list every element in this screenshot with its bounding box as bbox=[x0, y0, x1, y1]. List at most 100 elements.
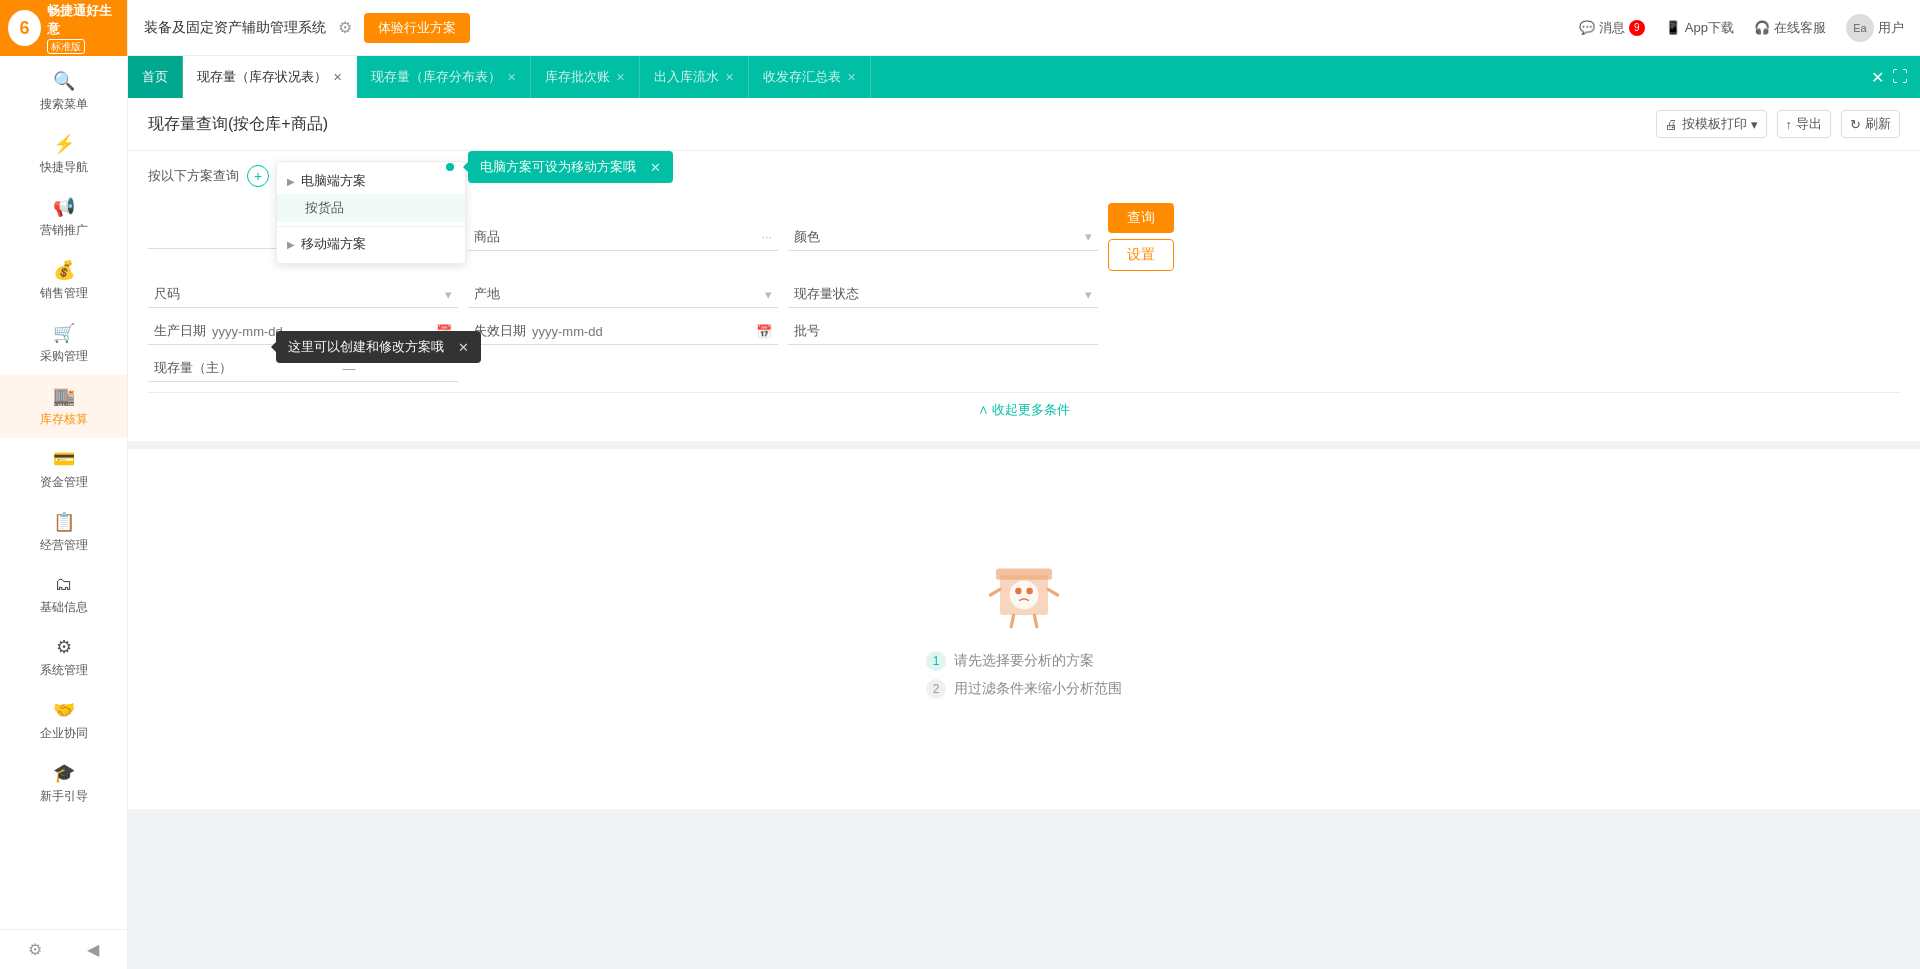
tab-close-collect-summary[interactable]: ✕ bbox=[847, 71, 856, 84]
sidebar-item-search[interactable]: 🔍 搜索菜单 bbox=[0, 60, 127, 123]
finance-icon: 💳 bbox=[53, 448, 75, 470]
tab-close-inventory-dist[interactable]: ✕ bbox=[507, 71, 516, 84]
app-download-item[interactable]: 📱 App下载 bbox=[1665, 19, 1734, 37]
empty-step-2: 2 用过滤条件来缩小分析范围 bbox=[926, 679, 1122, 699]
tab-inventory-status[interactable]: 现存量（库存状况表） ✕ bbox=[183, 56, 357, 98]
inout-flow-tab-label: 出入库流水 bbox=[654, 68, 719, 86]
tooltip1-close-btn[interactable]: ✕ bbox=[650, 160, 661, 175]
sidebar-item-enterprise[interactable]: 🤝 企业协同 bbox=[0, 689, 127, 752]
size-field: 尺码 ▾ bbox=[148, 281, 458, 308]
message-icon: 💬 bbox=[1579, 20, 1595, 35]
sidebar-item-basic[interactable]: 🗂 基础信息 bbox=[0, 564, 127, 626]
tabbar-actions: ✕ ⛶ bbox=[1859, 68, 1920, 87]
search-btn[interactable]: 查询 bbox=[1108, 203, 1174, 233]
logo-icon: 6 bbox=[8, 10, 41, 46]
tab-collect-summary[interactable]: 收发存汇总表 ✕ bbox=[749, 56, 871, 98]
desktop-scheme-item-1[interactable]: 按货品 bbox=[277, 194, 465, 222]
sidebar-item-quick[interactable]: ⚡ 快捷导航 bbox=[0, 123, 127, 186]
sidebar-item-operation[interactable]: 📋 经营管理 bbox=[0, 501, 127, 564]
filter-add-btn[interactable]: + bbox=[247, 165, 269, 187]
tab-close-inventory-status[interactable]: ✕ bbox=[333, 71, 342, 84]
page-header: 现存量查询(按仓库+商品) 🖨 按模板打印 ▾ ↑ 导出 ↻ 刷新 bbox=[128, 98, 1920, 151]
tooltip2-close-btn[interactable]: ✕ bbox=[458, 340, 469, 355]
operation-icon: 📋 bbox=[53, 511, 75, 533]
origin-dropdown-icon[interactable]: ▾ bbox=[765, 287, 772, 302]
color-dropdown-icon[interactable]: ▾ bbox=[1085, 229, 1092, 244]
tabbar: 首页 现存量（库存状况表） ✕ 现存量（库存分布表） ✕ 库存批次账 ✕ 出入库… bbox=[128, 56, 1920, 98]
stock-qty-label: 现存量（主） bbox=[154, 359, 232, 377]
empty-steps: 1 请先选择要分析的方案 2 用过滤条件来缩小分析范围 bbox=[926, 651, 1122, 707]
topbar-left: 装备及固定资产辅助管理系统 ⚙ 体验行业方案 bbox=[144, 13, 470, 43]
sidebar-item-guide[interactable]: 🎓 新手引导 bbox=[0, 752, 127, 815]
maximize-icon[interactable]: ⛶ bbox=[1888, 68, 1912, 86]
search-icon: 🔍 bbox=[53, 70, 75, 92]
sidebar-item-system[interactable]: ⚙ 系统管理 bbox=[0, 626, 127, 689]
svg-line-6 bbox=[1048, 589, 1058, 595]
collect-summary-tab-label: 收发存汇总表 bbox=[763, 68, 841, 86]
settings-footer-btn[interactable]: ⚙ bbox=[28, 940, 42, 959]
size-dropdown-icon[interactable]: ▾ bbox=[445, 287, 452, 302]
main-area: 装备及固定资产辅助管理系统 ⚙ 体验行业方案 💬 消息 9 📱 App下载 🎧 … bbox=[128, 0, 1920, 969]
stock-status-dropdown-icon[interactable]: ▾ bbox=[1085, 287, 1092, 302]
home-tab-label: 首页 bbox=[142, 68, 168, 86]
enterprise-icon: 🤝 bbox=[53, 699, 75, 721]
size-input[interactable] bbox=[186, 287, 445, 302]
reset-btn[interactable]: 设置 bbox=[1108, 239, 1174, 271]
desktop-scheme-header[interactable]: ▶ 电脑端方案 bbox=[277, 168, 465, 194]
svg-point-3 bbox=[1015, 588, 1021, 594]
goods-input[interactable] bbox=[506, 229, 761, 244]
origin-label: 产地 bbox=[474, 285, 500, 303]
stock-status-input[interactable] bbox=[865, 287, 1085, 302]
sidebar-footer: ⚙ ◀ bbox=[0, 929, 127, 969]
batch-account-tab-label: 库存批次账 bbox=[545, 68, 610, 86]
sidebar-item-sales[interactable]: 💰 销售管理 bbox=[0, 249, 127, 312]
filter-row-2: 尺码 ▾ 产地 ▾ 现存量状态 ▾ bbox=[148, 281, 1900, 308]
filter-panel: 按以下方案查询 + ↻ « ▶ 电脑端方案 按货品 ▶ bbox=[128, 151, 1920, 441]
tab-close-inout-flow[interactable]: ✕ bbox=[725, 71, 734, 84]
tooltip-desktop-scheme: 电脑方案可设为移动方案哦 ✕ bbox=[468, 151, 673, 183]
goods-label: 商品 bbox=[474, 228, 500, 246]
topbar-right: 💬 消息 9 📱 App下载 🎧 在线客服 Ea 用户 bbox=[1579, 14, 1904, 42]
tab-close-batch-account[interactable]: ✕ bbox=[616, 71, 625, 84]
collapse-btn[interactable]: ∧ 收起更多条件 bbox=[148, 392, 1900, 427]
message-item[interactable]: 💬 消息 9 bbox=[1579, 19, 1645, 37]
goods-field: 商品 ··· bbox=[468, 224, 778, 251]
color-input[interactable] bbox=[826, 229, 1085, 244]
export-btn[interactable]: ↑ 导出 bbox=[1777, 110, 1832, 138]
support-icon: 🎧 bbox=[1754, 20, 1770, 35]
svg-rect-1 bbox=[996, 569, 1052, 580]
collapse-footer-btn[interactable]: ◀ bbox=[87, 940, 99, 959]
page-title: 现存量查询(按仓库+商品) bbox=[148, 114, 328, 135]
origin-input[interactable] bbox=[506, 287, 765, 302]
support-item[interactable]: 🎧 在线客服 bbox=[1754, 19, 1826, 37]
basic-icon: 🗂 bbox=[55, 574, 73, 595]
sidebar-item-inventory[interactable]: 🏬 库存核算 bbox=[0, 375, 127, 438]
sidebar-item-marketing[interactable]: 📢 营销推广 bbox=[0, 186, 127, 249]
goods-dots-icon[interactable]: ··· bbox=[761, 229, 772, 244]
expire-date-label: 失效日期 bbox=[474, 322, 526, 340]
settings-gear-icon[interactable]: ⚙ bbox=[338, 18, 352, 37]
expire-date-input[interactable] bbox=[532, 324, 756, 339]
industry-btn[interactable]: 体验行业方案 bbox=[364, 13, 470, 43]
tab-inventory-dist[interactable]: 现存量（库存分布表） ✕ bbox=[357, 56, 531, 98]
print-btn[interactable]: 🖨 按模板打印 ▾ bbox=[1656, 110, 1767, 138]
tab-batch-account[interactable]: 库存批次账 ✕ bbox=[531, 56, 640, 98]
user-item[interactable]: Ea 用户 bbox=[1846, 14, 1904, 42]
sidebar-logo: 6 畅捷通好生意 标准版 bbox=[0, 0, 127, 56]
origin-field: 产地 ▾ bbox=[468, 281, 778, 308]
sidebar-item-purchase[interactable]: 🛒 采购管理 bbox=[0, 312, 127, 375]
print-icon: 🖨 bbox=[1665, 117, 1678, 132]
tab-inout-flow[interactable]: 出入库流水 ✕ bbox=[640, 56, 749, 98]
logo-text: 畅捷通好生意 标准版 bbox=[47, 2, 119, 54]
expire-date-calendar-icon[interactable]: 📅 bbox=[756, 324, 772, 339]
mobile-scheme-header[interactable]: ▶ 移动端方案 bbox=[277, 231, 465, 257]
color-label: 颜色 bbox=[794, 228, 820, 246]
svg-point-4 bbox=[1026, 588, 1032, 594]
batch-input[interactable] bbox=[826, 324, 1092, 339]
tab-home[interactable]: 首页 bbox=[128, 56, 183, 98]
close-all-tabs-icon[interactable]: ✕ bbox=[1867, 68, 1888, 87]
content-area: 现存量查询(按仓库+商品) 🖨 按模板打印 ▾ ↑ 导出 ↻ 刷新 bbox=[128, 98, 1920, 969]
refresh-btn[interactable]: ↻ 刷新 bbox=[1841, 110, 1900, 138]
sidebar-item-finance[interactable]: 💳 资金管理 bbox=[0, 438, 127, 501]
expire-date-field: 失效日期 📅 bbox=[468, 318, 778, 345]
